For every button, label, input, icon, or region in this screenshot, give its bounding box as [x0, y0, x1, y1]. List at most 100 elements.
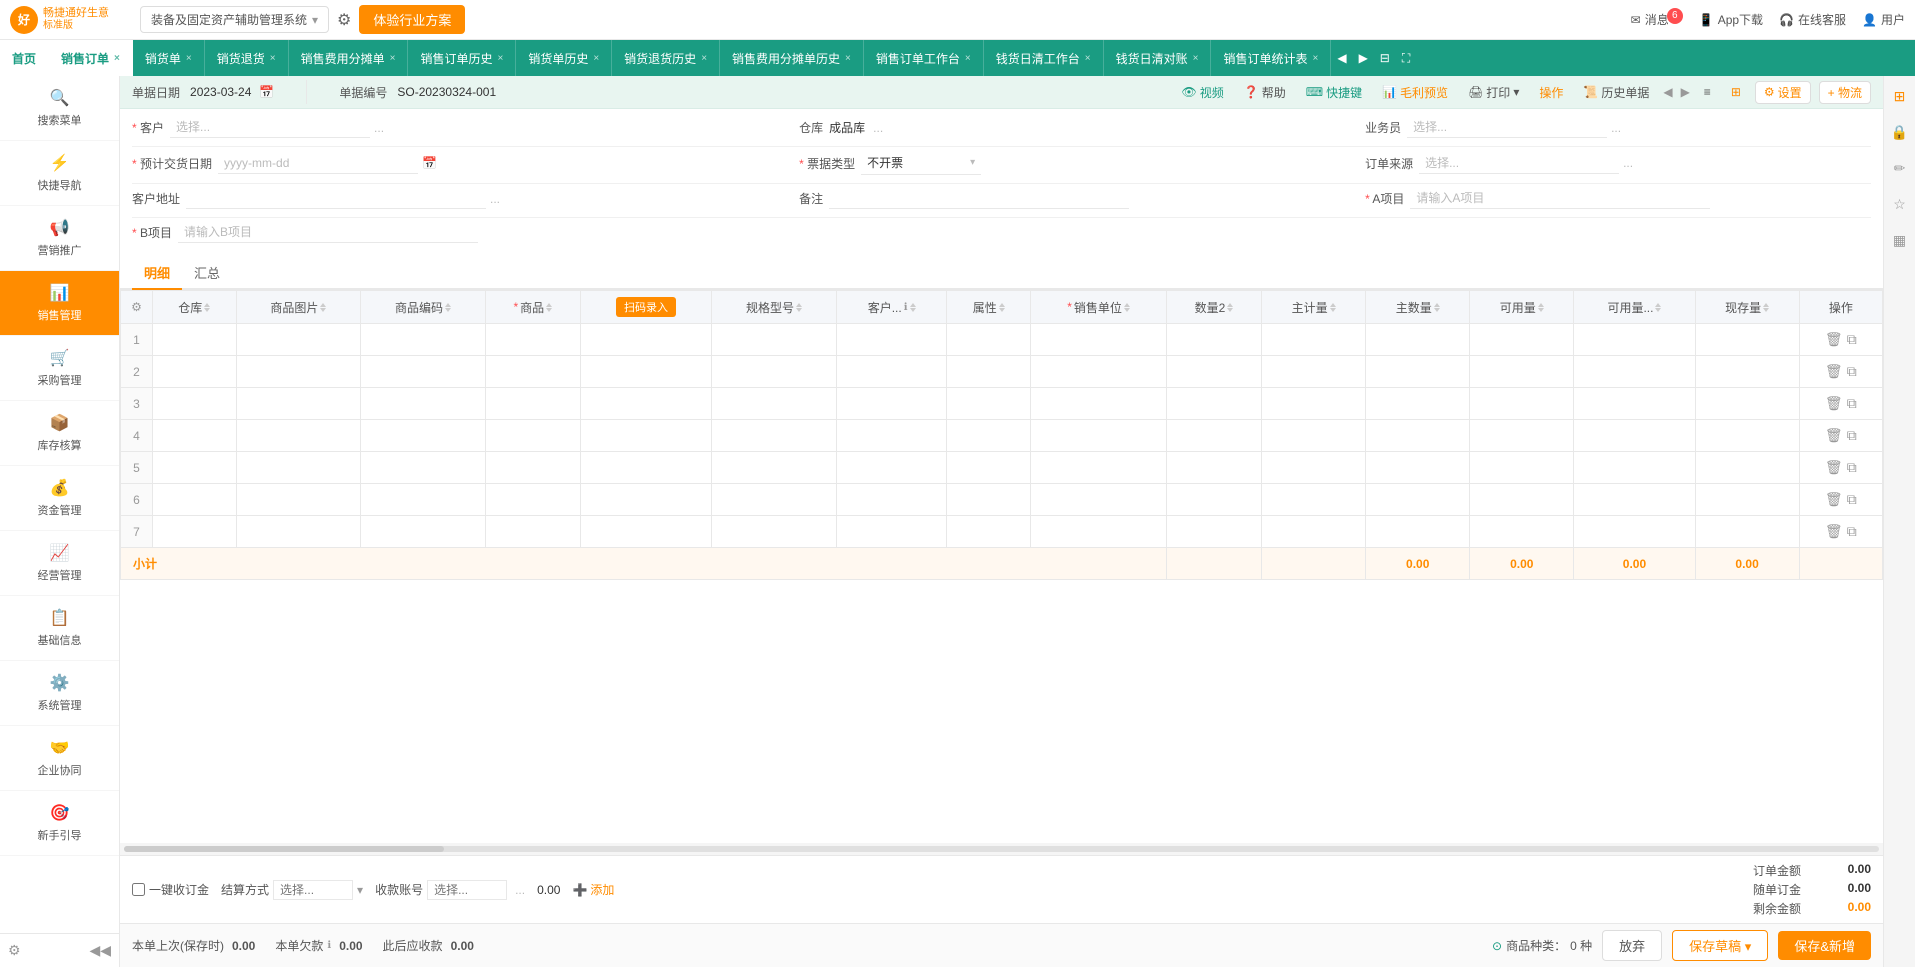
- close-icon[interactable]: ×: [270, 53, 276, 64]
- cell-stock-2[interactable]: [1695, 356, 1799, 388]
- cell-avail-1[interactable]: [1470, 324, 1574, 356]
- payment-input[interactable]: [273, 880, 353, 900]
- edit-panel-icon[interactable]: ✏: [1888, 156, 1912, 180]
- tab-reconcile[interactable]: 钱货日清对账 ×: [1104, 40, 1212, 76]
- sort-icon-cust[interactable]: [910, 303, 916, 312]
- online-service-button[interactable]: 🎧 在线客服: [1779, 11, 1846, 28]
- cell-product-2[interactable]: [485, 356, 580, 388]
- tab-summary[interactable]: 汇总: [182, 257, 232, 290]
- sidebar-item-system[interactable]: ⚙️ 系统管理: [0, 661, 119, 726]
- tab-home[interactable]: 首页: [0, 40, 49, 76]
- invoice-type-select[interactable]: 不开票 ▾: [861, 151, 981, 175]
- delete-icon[interactable]: 🗑: [1825, 491, 1843, 508]
- delete-icon[interactable]: 🗑: [1825, 331, 1843, 348]
- cell-cust-1[interactable]: [836, 324, 947, 356]
- close-icon[interactable]: ×: [593, 53, 599, 64]
- sort-icon-stock[interactable]: [1763, 303, 1769, 312]
- tile-view-btn[interactable]: ⊞: [1725, 83, 1747, 101]
- tab-sales-history[interactable]: 销售订单历史 ×: [408, 40, 516, 76]
- cell-img-1[interactable]: [236, 324, 361, 356]
- sort-icon-avail2[interactable]: [1655, 303, 1661, 312]
- cell-mainunit-2[interactable]: [1262, 356, 1366, 388]
- cell-spec-1[interactable]: [712, 324, 837, 356]
- cell-spec-2[interactable]: [712, 356, 837, 388]
- cell-unit-1[interactable]: [1031, 324, 1167, 356]
- wuliu-button[interactable]: + 物流: [1819, 81, 1871, 104]
- close-icon[interactable]: ×: [701, 53, 707, 64]
- cell-stock-1[interactable]: [1695, 324, 1799, 356]
- tab-sales-return[interactable]: 销货退货 ×: [205, 40, 289, 76]
- cell-mainqty-2[interactable]: [1366, 356, 1470, 388]
- star-panel-icon[interactable]: ☆: [1888, 192, 1912, 216]
- cell-qty2-2[interactable]: [1167, 356, 1262, 388]
- tab-sales-invoice[interactable]: 销货单 ×: [133, 40, 205, 76]
- sidebar-item-finance[interactable]: 💰 资金管理: [0, 466, 119, 531]
- sort-icon-mainqty[interactable]: [1434, 303, 1440, 312]
- add-button[interactable]: ➕ 添加: [572, 881, 614, 898]
- close-icon[interactable]: ×: [1085, 53, 1091, 64]
- setting-button[interactable]: ⚙ 设置: [1755, 81, 1811, 104]
- account-input[interactable]: [427, 880, 507, 900]
- th-settings[interactable]: ⚙: [121, 291, 153, 324]
- one-click-checkbox[interactable]: 一键收订金: [132, 881, 209, 898]
- address-dots[interactable]: ...: [490, 192, 500, 206]
- tab-stats[interactable]: 销售订单统计表 ×: [1211, 40, 1331, 76]
- a-project-input[interactable]: [1410, 188, 1710, 209]
- delete-icon[interactable]: 🗑: [1825, 395, 1843, 412]
- order-source-input[interactable]: [1419, 153, 1619, 174]
- close-icon[interactable]: ×: [1312, 53, 1318, 64]
- copy-icon[interactable]: ⧉: [1847, 523, 1857, 540]
- close-icon[interactable]: ×: [845, 53, 851, 64]
- cell-warehouse-1[interactable]: [153, 324, 237, 356]
- gear-icon[interactable]: ⚙: [337, 10, 351, 30]
- cell-unit-2[interactable]: [1031, 356, 1167, 388]
- customer-dots[interactable]: ...: [374, 121, 384, 135]
- tab-daily-clear[interactable]: 钱货日清工作台 ×: [984, 40, 1104, 76]
- messages-button[interactable]: ✉ 消息 6: [1631, 11, 1683, 28]
- sidebar-item-search[interactable]: 🔍 搜索菜单: [0, 76, 119, 141]
- salesperson-dots[interactable]: ...: [1611, 121, 1621, 135]
- delete-icon[interactable]: 🗑: [1825, 427, 1843, 444]
- settings-icon[interactable]: ⚙: [131, 300, 142, 314]
- help-btn[interactable]: ❓ 帮助: [1238, 82, 1292, 103]
- sidebar-item-guide[interactable]: 🎯 新手引导: [0, 791, 119, 856]
- tab-return-history[interactable]: 销货退货历史 ×: [612, 40, 720, 76]
- b-project-input[interactable]: [178, 222, 478, 243]
- cell-code-1[interactable]: [361, 324, 486, 356]
- history-btn[interactable]: 📜 历史单据: [1577, 82, 1655, 103]
- settings-bottom-icon[interactable]: ⚙: [8, 942, 21, 959]
- delivery-calendar-icon[interactable]: 📅: [422, 156, 437, 170]
- cell-warehouse-2[interactable]: [153, 356, 237, 388]
- save-new-button[interactable]: 保存&新增: [1778, 931, 1871, 960]
- tab-invoice-history[interactable]: 销货单历史 ×: [516, 40, 612, 76]
- tab-sales-fee[interactable]: 销售费用分摊单 ×: [289, 40, 409, 76]
- close-icon[interactable]: ×: [390, 53, 396, 64]
- copy-icon[interactable]: ⧉: [1847, 459, 1857, 476]
- operation-btn[interactable]: 操作: [1533, 82, 1569, 103]
- cell-qty2-1[interactable]: [1167, 324, 1262, 356]
- sort-icon-qty2[interactable]: [1227, 303, 1233, 312]
- app-selector[interactable]: 装备及固定资产辅助管理系统 ▾: [140, 6, 329, 33]
- barcode-panel-icon[interactable]: ▦: [1888, 228, 1912, 252]
- cell-avail2-2[interactable]: [1574, 356, 1695, 388]
- sidebar-item-inventory[interactable]: 📦 库存核算: [0, 401, 119, 466]
- sort-icon-attr[interactable]: [999, 303, 1005, 312]
- more-tabs-button[interactable]: ⊟: [1374, 40, 1396, 76]
- shortcut-btn[interactable]: ⌨ 快捷键: [1300, 82, 1368, 103]
- delete-icon[interactable]: 🗑: [1825, 523, 1843, 540]
- cell-code-2[interactable]: [361, 356, 486, 388]
- salesperson-input[interactable]: [1407, 117, 1607, 138]
- user-menu[interactable]: 👤 用户: [1862, 11, 1905, 28]
- account-dots[interactable]: ...: [515, 883, 525, 897]
- sort-icon[interactable]: [204, 303, 210, 312]
- close-icon[interactable]: ×: [497, 53, 503, 64]
- collapse-icon[interactable]: ◀◀: [89, 942, 111, 959]
- print-btn[interactable]: 🖨 打印 ▾: [1462, 82, 1525, 103]
- view-btn[interactable]: 👁 视频: [1176, 82, 1230, 103]
- sidebar-item-management[interactable]: 📈 经营管理: [0, 531, 119, 596]
- nav-prev-icon[interactable]: ◀: [1663, 85, 1672, 99]
- cell-cust-2[interactable]: [836, 356, 947, 388]
- copy-icon[interactable]: ⧉: [1847, 363, 1857, 380]
- copy-icon[interactable]: ⧉: [1847, 427, 1857, 444]
- lock-panel-icon[interactable]: 🔒: [1888, 120, 1912, 144]
